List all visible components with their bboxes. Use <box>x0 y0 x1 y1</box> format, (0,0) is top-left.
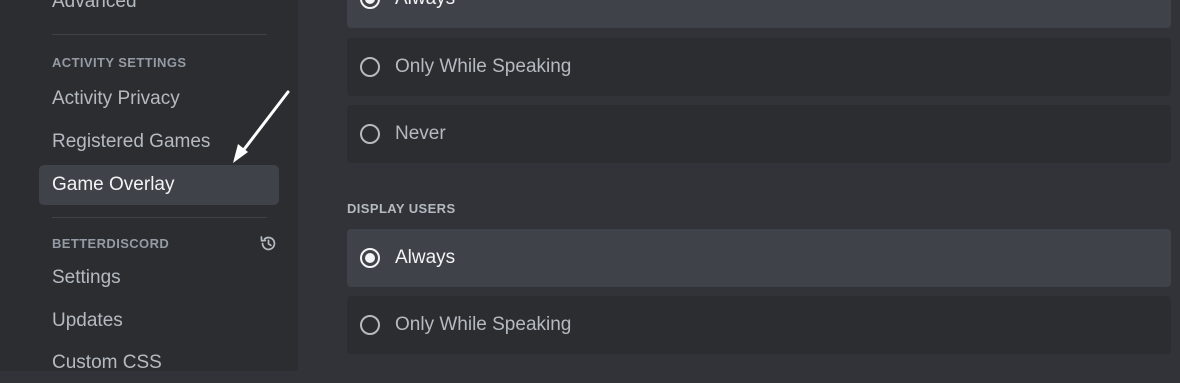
option-label: Only While Speaking <box>395 56 572 77</box>
betterdiscord-header: BETTERDISCORD <box>52 236 170 251</box>
radio-unselected-icon[interactable] <box>360 124 380 144</box>
sidebar-item-label: Activity Privacy <box>52 88 180 109</box>
radio-option-only-while-speaking[interactable]: Only While Speaking <box>347 38 1171 96</box>
sidebar-item-game-overlay[interactable]: Game Overlay <box>39 165 279 205</box>
sidebar-item-custom-css[interactable]: Custom CSS <box>39 343 279 383</box>
radio-option-display-users-always[interactable]: Always <box>347 229 1171 287</box>
radio-unselected-icon[interactable] <box>360 315 380 335</box>
sidebar-item-label: Advanced <box>52 0 137 12</box>
radio-option-always[interactable]: Always <box>347 0 1171 28</box>
option-label: Always <box>395 247 456 268</box>
sidebar-divider <box>52 34 267 35</box>
display-users-title: DISPLAY USERS <box>347 201 456 216</box>
sidebar-item-updates[interactable]: Updates <box>39 301 279 341</box>
overlay-settings-content: Always Only While Speaking Never DISPLAY… <box>298 0 1180 371</box>
sidebar-item-label: Game Overlay <box>52 174 175 195</box>
sidebar-divider <box>52 217 267 218</box>
sidebar-item-label: Updates <box>52 310 123 331</box>
radio-option-never[interactable]: Never <box>347 105 1171 163</box>
radio-unselected-icon[interactable] <box>360 57 380 77</box>
option-label: Always <box>395 0 455 10</box>
arrow-pointer-icon <box>233 90 290 163</box>
radio-selected-icon[interactable] <box>360 248 380 268</box>
option-label: Only While Speaking <box>395 314 572 335</box>
option-label: Never <box>395 123 446 144</box>
radio-selected-icon[interactable] <box>360 0 380 9</box>
history-icon[interactable] <box>259 234 278 253</box>
sidebar-item-advanced[interactable]: Advanced <box>39 0 279 22</box>
sidebar-item-label: Registered Games <box>52 131 211 152</box>
sidebar-item-label: Settings <box>52 267 121 288</box>
settings-sidebar: Advanced ACTIVITY SETTINGS Activity Priv… <box>0 0 298 373</box>
sidebar-item-settings[interactable]: Settings <box>39 258 279 298</box>
activity-settings-header: ACTIVITY SETTINGS <box>52 55 187 70</box>
radio-option-display-users-only-while-speaking[interactable]: Only While Speaking <box>347 296 1171 354</box>
